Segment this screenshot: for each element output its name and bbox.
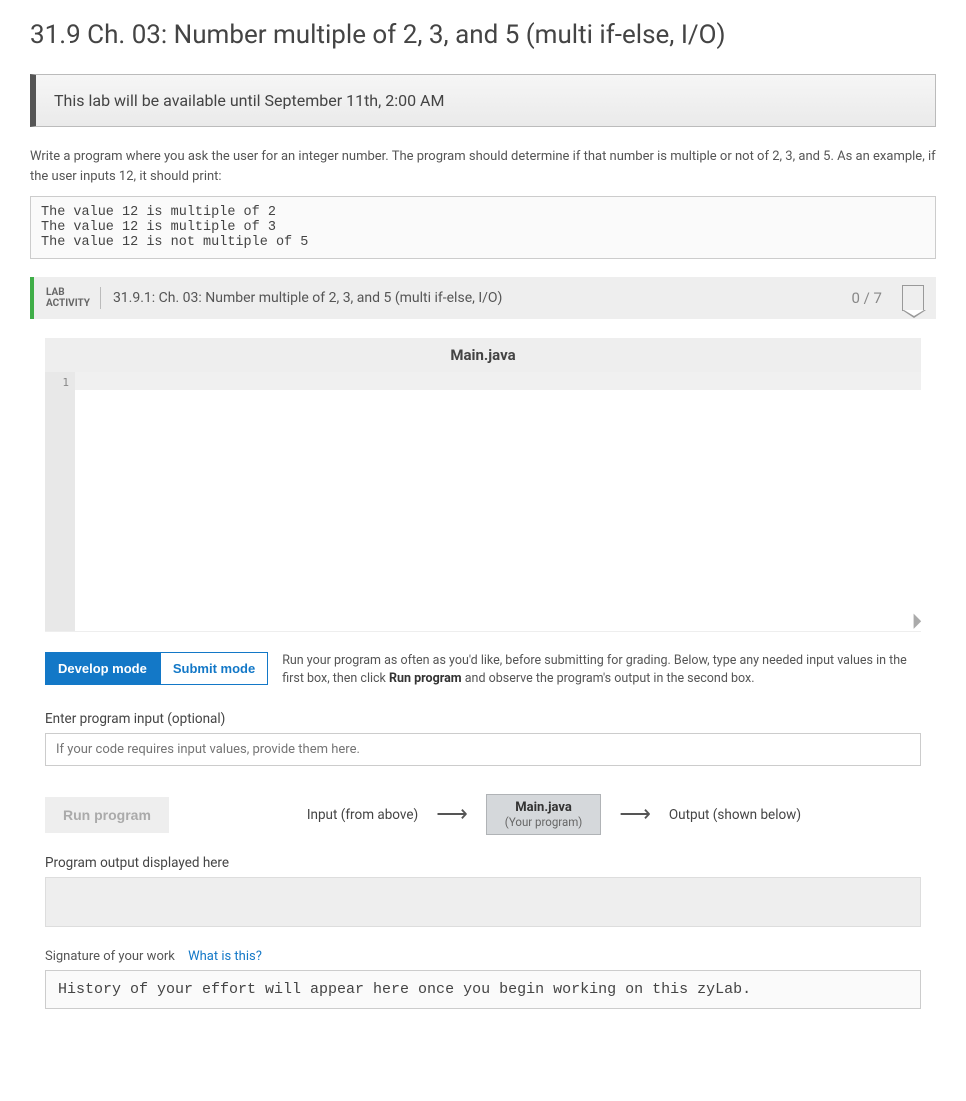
mode-desc-post: and observe the program's output in the … [462, 671, 755, 686]
availability-notice: This lab will be available until Septemb… [30, 74, 936, 127]
what-is-this-link[interactable]: What is this? [188, 949, 262, 964]
page-title: 31.9 Ch. 03: Number multiple of 2, 3, an… [30, 20, 936, 50]
run-flow-row: Run program Input (from above) ⟶ Main.ja… [45, 794, 921, 835]
flow-program-main: Main.java [505, 800, 583, 816]
arrow-icon: ⟶ [619, 802, 651, 827]
example-output-code: The value 12 is multiple of 2 The value … [30, 196, 936, 259]
signature-history-box: History of your effort will appear here … [45, 970, 921, 1009]
run-program-button[interactable]: Run program [45, 797, 169, 833]
line-gutter: 1 [45, 372, 75, 631]
submit-mode-button[interactable]: Submit mode [160, 652, 268, 685]
bookmark-icon [902, 285, 924, 311]
activity-title: 31.9.1: Ch. 03: Number multiple of 2, 3,… [113, 290, 840, 306]
code-editor[interactable]: 1 ◢ [45, 372, 921, 632]
input-label: Enter program input (optional) [45, 711, 921, 727]
score-display: 0 / 7 [852, 289, 883, 307]
editor-panel: Main.java 1 ◢ Develop mode Submit mode R… [30, 319, 936, 1028]
code-area[interactable] [75, 390, 921, 631]
arrow-icon: ⟶ [436, 802, 468, 827]
flow-output-label: Output (shown below) [669, 807, 801, 823]
output-label: Program output displayed here [45, 855, 921, 871]
develop-mode-button[interactable]: Develop mode [45, 652, 160, 685]
flow-input-label: Input (from above) [307, 807, 418, 823]
flow-program-box: Main.java (Your program) [486, 794, 602, 835]
program-input-field[interactable] [45, 733, 921, 766]
activity-header: LAB ACTIVITY 31.9.1: Ch. 03: Number mult… [30, 277, 936, 319]
filename-bar: Main.java [45, 338, 921, 372]
flow-program-sub: (Your program) [505, 816, 583, 830]
mode-desc-bold: Run program [389, 671, 462, 686]
lab-label-bottom: ACTIVITY [46, 298, 90, 309]
mode-toggle: Develop mode Submit mode [45, 652, 268, 685]
signature-label: Signature of your work [45, 949, 175, 964]
mode-description: Run your program as often as you'd like,… [282, 652, 921, 687]
code-line-1[interactable] [75, 372, 921, 390]
mode-row: Develop mode Submit mode Run your progra… [45, 652, 921, 687]
problem-description: Write a program where you ask the user f… [30, 147, 936, 186]
lab-activity-label: LAB ACTIVITY [46, 287, 101, 309]
signature-row: Signature of your work What is this? [45, 949, 921, 964]
program-output-box [45, 877, 921, 927]
lab-label-top: LAB [46, 287, 90, 298]
